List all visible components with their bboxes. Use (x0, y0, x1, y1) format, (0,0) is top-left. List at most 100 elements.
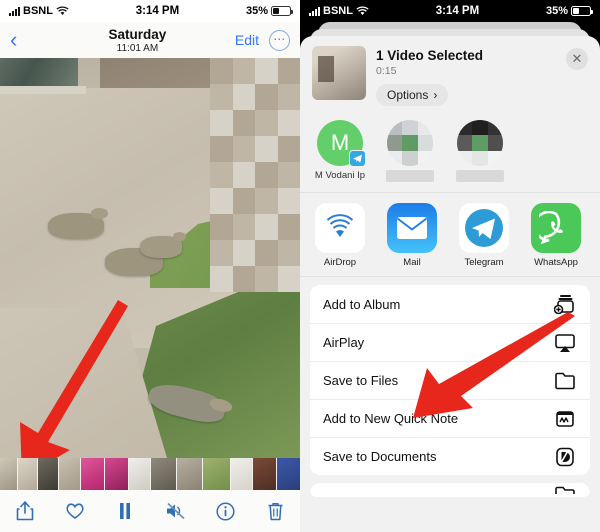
filmstrip-thumbnail[interactable] (18, 458, 38, 490)
left-nav-bar: ‹ Saturday 11:01 AM Edit ⋯ (0, 22, 300, 58)
app-share-target[interactable]: Telegram (456, 203, 512, 268)
filmstrip-thumbnail[interactable] (128, 458, 151, 490)
telegram-icon (459, 203, 509, 253)
filmstrip-thumbnail[interactable] (276, 458, 300, 490)
dual-screenshot: BSNL 3:14 PM 35% ‹ Saturday 11:01 AM Edi… (0, 0, 600, 532)
pixel-block (255, 84, 278, 110)
contact-item[interactable] (452, 120, 508, 182)
pixel-block (277, 188, 300, 214)
folder-icon (553, 370, 577, 392)
telegram-badge-icon (349, 150, 366, 167)
pixel-block (232, 136, 255, 162)
filmstrip-thumbnail[interactable] (230, 458, 252, 490)
photo-filmstrip[interactable] (0, 458, 300, 490)
filmstrip-thumbnail[interactable] (202, 458, 230, 490)
favorite-heart-icon[interactable] (62, 498, 88, 524)
photo-pixelated-region (210, 58, 300, 292)
share-icon[interactable] (12, 498, 38, 524)
contacts-row: M M Vodani Ip (300, 114, 600, 193)
avatar-blurred (457, 120, 503, 166)
quick-note-icon (553, 408, 577, 430)
filmstrip-thumbnail[interactable] (58, 458, 80, 490)
photo-cat (140, 232, 186, 258)
app-name: AirDrop (323, 257, 357, 268)
pixel-block (255, 136, 278, 162)
right-status-bar: BSNL 3:14 PM 35% (300, 0, 600, 22)
pixel-block (210, 58, 233, 84)
pixel-block (255, 162, 278, 188)
info-icon[interactable] (212, 498, 238, 524)
pixel-block (232, 214, 255, 240)
pixel-block (210, 162, 233, 188)
pixel-block (210, 214, 233, 240)
action-label: Save to Files (323, 373, 399, 388)
photo-cat (48, 208, 108, 239)
pixel-block (255, 240, 278, 266)
pixel-block (277, 136, 300, 162)
trash-icon[interactable] (262, 498, 288, 524)
action-row[interactable]: AirPlay (310, 323, 590, 361)
mute-icon[interactable] (162, 498, 188, 524)
left-bottom-toolbar (0, 490, 300, 532)
filmstrip-thumbnail[interactable] (151, 458, 176, 490)
pixel-block (232, 84, 255, 110)
app-name: Mail (403, 257, 421, 268)
options-button[interactable]: Options › (376, 84, 449, 106)
app-name: Telegram (464, 257, 504, 268)
ellipsis-circle-icon[interactable]: ⋯ (269, 29, 290, 51)
pixel-block (210, 188, 233, 214)
pixel-block (232, 58, 255, 84)
video-duration: 0:15 (376, 65, 397, 77)
pixel-block (232, 240, 255, 266)
pixel-block (210, 240, 233, 266)
pixel-block (277, 84, 300, 110)
filmstrip-thumbnail[interactable] (80, 458, 104, 490)
action-label: Save to Documents (323, 449, 437, 464)
filmstrip-thumbnail[interactable] (176, 458, 202, 490)
actions-list: Add to Album AirPlay Save to Files Add to N… (300, 277, 600, 497)
filmstrip-thumbnail[interactable] (38, 458, 58, 490)
app-share-target[interactable]: AirDrop (312, 203, 368, 268)
photo-viewer[interactable] (0, 58, 300, 458)
battery-icon (271, 6, 293, 16)
avatar: M (317, 120, 366, 167)
filmstrip-thumbnail[interactable] (0, 458, 18, 490)
pixel-block (232, 188, 255, 214)
filmstrip-thumbnail[interactable] (104, 458, 128, 490)
wifi-icon (356, 6, 369, 15)
edit-button[interactable]: Edit (235, 32, 259, 48)
action-label: Add to Album (323, 296, 401, 312)
clock-label: 3:14 PM (135, 5, 180, 17)
photo-date-title: Saturday 11:01 AM (40, 27, 235, 54)
filmstrip-thumbnail[interactable] (252, 458, 276, 490)
pause-icon[interactable] (112, 498, 138, 524)
close-icon[interactable]: ✕ (566, 48, 588, 70)
pixel-block (232, 110, 255, 136)
action-row[interactable]: Save to Documents (310, 437, 590, 475)
documents-d-icon (553, 446, 577, 468)
action-row-partial[interactable] (310, 483, 590, 497)
pixel-block (232, 162, 255, 188)
contact-name-blurred (456, 170, 504, 182)
pixel-block (210, 266, 233, 292)
avatar-blurred (387, 120, 433, 166)
pixel-block (210, 110, 233, 136)
selection-title: 1 Video Selected (376, 48, 484, 63)
contact-item[interactable] (382, 120, 438, 182)
photo-wall-cap (0, 86, 86, 94)
pixel-block (232, 266, 255, 292)
app-share-target[interactable]: Mail (384, 203, 440, 268)
airdrop-icon (315, 203, 365, 253)
action-row[interactable]: Add to New Quick Note (310, 399, 590, 437)
action-row[interactable]: Save to Files (310, 361, 590, 399)
contact-item[interactable]: M M Vodani Ip (312, 120, 368, 182)
airplay-icon (553, 332, 577, 354)
action-row[interactable]: Add to Album (310, 285, 590, 323)
pixel-block (210, 84, 233, 110)
clock-label: 3:14 PM (435, 5, 480, 17)
app-share-target[interactable]: WhatsApp (528, 203, 584, 268)
pixel-block (255, 188, 278, 214)
back-button[interactable]: ‹ (10, 29, 40, 51)
pixel-block (277, 266, 300, 292)
pixel-block (277, 240, 300, 266)
